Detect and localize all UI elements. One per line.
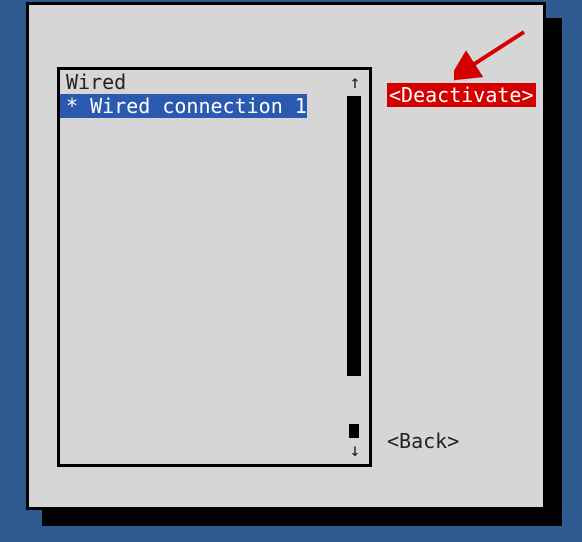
dialog-window: Wired * Wired connection 1 ↑ ↓ <Deactiva… xyxy=(26,2,546,510)
connection-group-header: Wired xyxy=(60,70,339,94)
scroll-track-fill xyxy=(347,96,361,376)
connection-list-item[interactable]: * Wired connection 1 xyxy=(60,94,307,118)
scroll-up-icon[interactable]: ↑ xyxy=(345,72,365,94)
connection-label: Wired connection 1 xyxy=(90,94,307,118)
back-button[interactable]: <Back> xyxy=(387,429,459,453)
connection-listbox[interactable]: Wired * Wired connection 1 ↑ ↓ xyxy=(57,67,372,467)
scrollbar[interactable]: ↑ ↓ xyxy=(345,72,365,462)
deactivate-button[interactable]: <Deactivate> xyxy=(387,83,536,107)
active-marker: * xyxy=(66,94,78,118)
scroll-down-icon[interactable]: ↓ xyxy=(345,440,365,462)
scroll-thumb[interactable] xyxy=(349,424,359,438)
connection-list-content: Wired * Wired connection 1 xyxy=(60,70,339,464)
